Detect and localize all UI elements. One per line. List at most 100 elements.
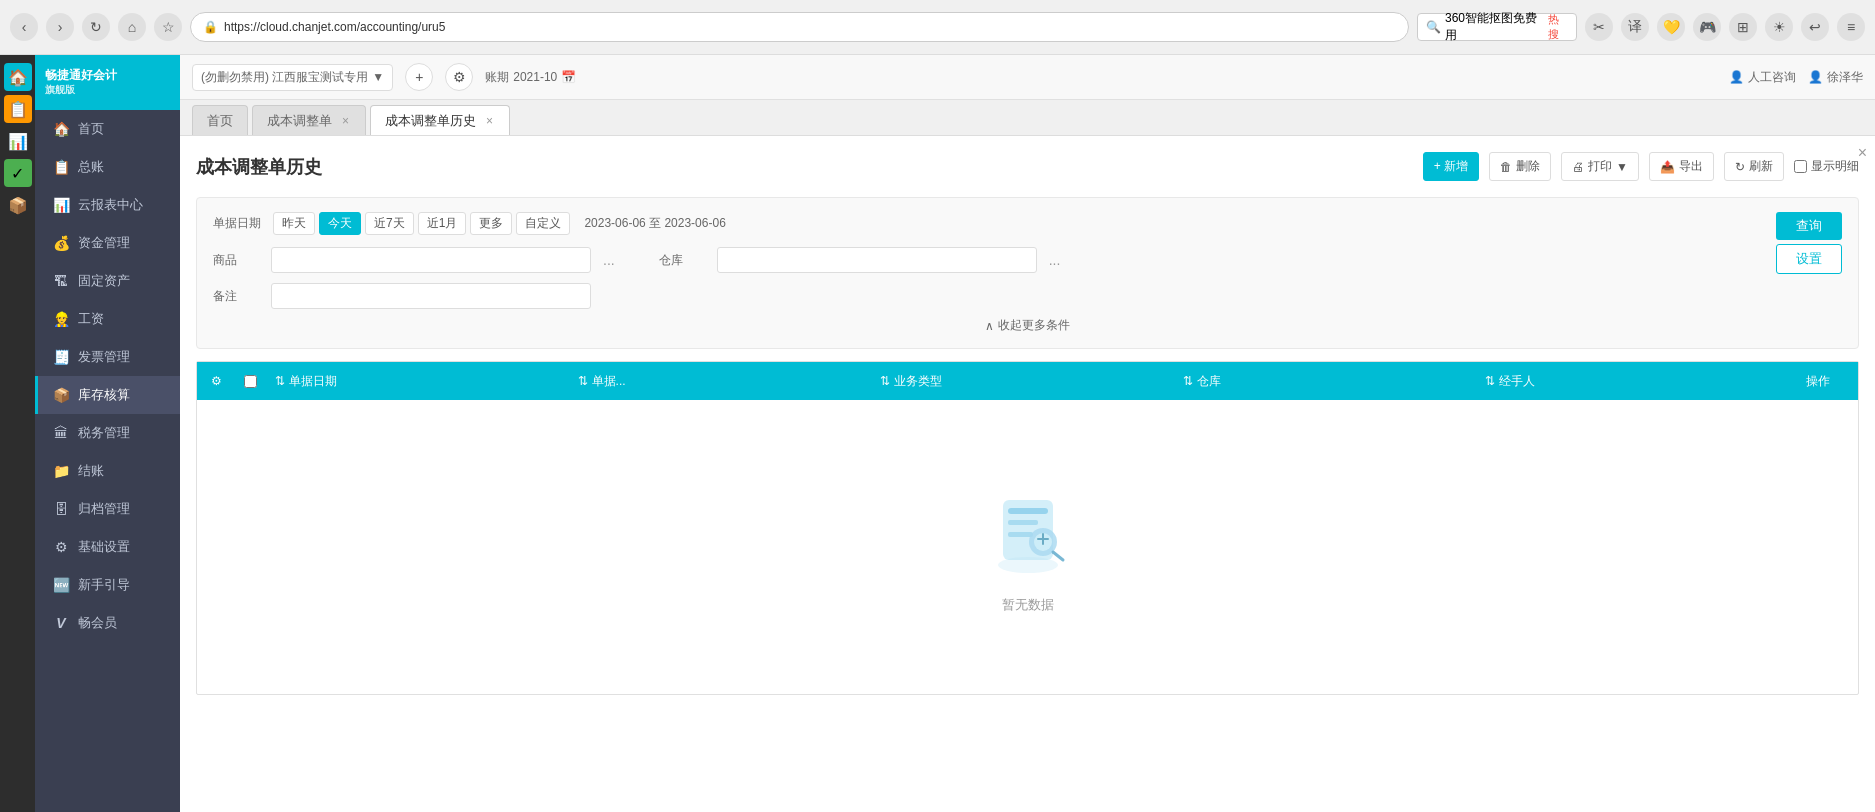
sidebar-item-fixed-assets[interactable]: 🏗 固定资产 <box>35 262 180 300</box>
month1-btn[interactable]: 近1月 <box>418 212 467 235</box>
strip-item-green[interactable]: ✓ <box>4 159 32 187</box>
sidebar-item-inventory[interactable]: 📦 库存核算 <box>35 376 180 414</box>
sidebar-label-reports: 云报表中心 <box>78 196 143 214</box>
notes-input[interactable] <box>271 283 591 309</box>
period-info: 账期 2021-10 📅 <box>485 69 576 86</box>
week7-btn[interactable]: 近7天 <box>365 212 414 235</box>
search-bar[interactable]: 🔍 360智能抠图免费用 热搜 <box>1417 13 1577 41</box>
th-biz-type[interactable]: ⇅ 业务类型 <box>870 373 1173 390</box>
display-toggle[interactable]: 显示明细 <box>1794 158 1859 175</box>
print-button[interactable]: 🖨 打印 ▼ <box>1561 152 1639 181</box>
export-button[interactable]: 📤 导出 <box>1649 152 1714 181</box>
th-biz-sort-icon: ⇅ <box>880 374 890 388</box>
sidebar-item-closing[interactable]: 📁 结账 <box>35 452 180 490</box>
th-handler-label: 经手人 <box>1499 373 1535 390</box>
grid-icon[interactable]: ⊞ <box>1729 13 1757 41</box>
strip-item-active[interactable]: 🏠 <box>4 63 32 91</box>
yesterday-btn[interactable]: 昨天 <box>273 212 315 235</box>
delete-icon: 🗑 <box>1500 160 1512 174</box>
undo-icon[interactable]: ↩ <box>1801 13 1829 41</box>
print-icon: 🖨 <box>1572 160 1584 174</box>
add-tab-button[interactable]: + <box>405 63 433 91</box>
page-title: 成本调整单历史 <box>196 155 322 179</box>
strip-item-orange[interactable]: 📋 <box>4 95 32 123</box>
goods-input[interactable] <box>271 247 591 273</box>
sidebar-item-payroll[interactable]: 👷 工资 <box>35 300 180 338</box>
game-icon[interactable]: 🎮 <box>1693 13 1721 41</box>
tab-cost-adjust-close[interactable]: × <box>340 114 351 128</box>
goods-more-dots[interactable]: ... <box>599 252 619 268</box>
collapse-button[interactable]: ∧ 收起更多条件 <box>213 317 1842 334</box>
tab-cost-adjust[interactable]: 成本调整单 × <box>252 105 366 135</box>
th-warehouse[interactable]: ⇅ 仓库 <box>1173 373 1476 390</box>
forward-button[interactable]: › <box>46 13 74 41</box>
custom-btn[interactable]: 自定义 <box>516 212 570 235</box>
user-info[interactable]: 👤 徐泽华 <box>1808 69 1863 86</box>
service-btn[interactable]: 👤 人工咨询 <box>1729 69 1796 86</box>
empty-text: 暂无数据 <box>1002 596 1054 614</box>
home-button[interactable]: ⌂ <box>118 13 146 41</box>
sidebar-item-funds[interactable]: 💰 资金管理 <box>35 224 180 262</box>
delete-button[interactable]: 🗑 删除 <box>1489 152 1551 181</box>
logo-name: 畅捷通好会计 <box>45 68 117 84</box>
table-header: ⚙ ⇅ 单据日期 ⇅ 单据... ⇅ 业务类型 <box>197 362 1858 400</box>
icon-strip: 🏠 📋 📊 ✓ 📦 <box>0 55 35 812</box>
goods-label: 商品 <box>213 252 263 269</box>
company-selector[interactable]: (勿删勿禁用) 江西服宝测试专用 ▼ <box>192 64 393 91</box>
filter-area: 单据日期 昨天 今天 近7天 近1月 更多 自定义 2023-06-06 至 2… <box>196 197 1859 349</box>
fixed-assets-icon: 🏗 <box>52 273 70 289</box>
sidebar-item-invoice[interactable]: 🧾 发票管理 <box>35 338 180 376</box>
search-icon: 🔍 <box>1426 20 1441 34</box>
menu-icon[interactable]: ≡ <box>1837 13 1865 41</box>
sidebar-item-tax[interactable]: 🏛 税务管理 <box>35 414 180 452</box>
sidebar-item-home[interactable]: 🏠 首页 <box>35 110 180 148</box>
th-date[interactable]: ⇅ 单据日期 <box>265 373 568 390</box>
query-button[interactable]: 查询 <box>1776 212 1842 240</box>
sidebar-item-settings[interactable]: ⚙ 基础设置 <box>35 528 180 566</box>
tab-cost-adjust-history-close[interactable]: × <box>484 114 495 128</box>
collapse-label: 收起更多条件 <box>998 317 1070 334</box>
sidebar-item-reports[interactable]: 📊 云报表中心 <box>35 186 180 224</box>
translate-icon[interactable]: 译 <box>1621 13 1649 41</box>
settings-icon: ⚙ <box>52 539 70 555</box>
th-number[interactable]: ⇅ 单据... <box>568 373 871 390</box>
back-button[interactable]: ‹ <box>10 13 38 41</box>
strip-item-3[interactable]: 📊 <box>4 127 32 155</box>
print-dropdown-icon: ▼ <box>1616 160 1628 174</box>
refresh-button[interactable]: ↻ 刷新 <box>1724 152 1784 181</box>
browser-chrome: ‹ › ↻ ⌂ ☆ 🔒 https://cloud.chanjet.com/ac… <box>0 0 1875 55</box>
top-bar-right: 👤 人工咨询 👤 徐泽华 <box>1729 69 1863 86</box>
user-name-text: 徐泽华 <box>1827 69 1863 86</box>
more-btn[interactable]: 更多 <box>470 212 512 235</box>
top-bar: (勿删勿禁用) 江西服宝测试专用 ▼ + ⚙ 账期 2021-10 📅 👤 人工… <box>180 55 1875 100</box>
new-button[interactable]: + 新增 <box>1423 152 1479 181</box>
svg-rect-4 <box>1008 532 1033 537</box>
select-all-checkbox[interactable] <box>244 375 257 388</box>
strip-item-5[interactable]: 📦 <box>4 191 32 219</box>
wallet-icon[interactable]: 💛 <box>1657 13 1685 41</box>
th-handler[interactable]: ⇅ 经手人 <box>1475 373 1778 390</box>
filter-settings-button[interactable]: 设置 <box>1776 244 1842 274</box>
tab-cost-adjust-history[interactable]: 成本调整单历史 × <box>370 105 510 135</box>
warehouse-more-dots[interactable]: ... <box>1045 252 1065 268</box>
sun-icon[interactable]: ☀ <box>1765 13 1793 41</box>
table-settings-icon[interactable]: ⚙ <box>197 362 235 400</box>
th-biz-label: 业务类型 <box>894 373 942 390</box>
refresh-button[interactable]: ↻ <box>82 13 110 41</box>
page-close-button[interactable]: × <box>1858 144 1867 162</box>
th-number-label: 单据... <box>592 373 626 390</box>
tab-home[interactable]: 首页 <box>192 105 248 135</box>
service-label: 人工咨询 <box>1748 69 1796 86</box>
today-btn[interactable]: 今天 <box>319 212 361 235</box>
sidebar-item-archive[interactable]: 🗄 归档管理 <box>35 490 180 528</box>
settings-btn[interactable]: ⚙ <box>445 63 473 91</box>
empty-state: 暂无数据 <box>197 400 1858 694</box>
display-toggle-checkbox[interactable] <box>1794 160 1807 173</box>
warehouse-input[interactable] <box>717 247 1037 273</box>
scissors-icon[interactable]: ✂ <box>1585 13 1613 41</box>
table-select-all[interactable] <box>235 362 265 400</box>
sidebar-item-guide[interactable]: 🆕 新手引导 <box>35 566 180 604</box>
sidebar-item-ledger[interactable]: 📋 总账 <box>35 148 180 186</box>
sidebar-item-member[interactable]: V 畅会员 <box>35 604 180 642</box>
star-button[interactable]: ☆ <box>154 13 182 41</box>
